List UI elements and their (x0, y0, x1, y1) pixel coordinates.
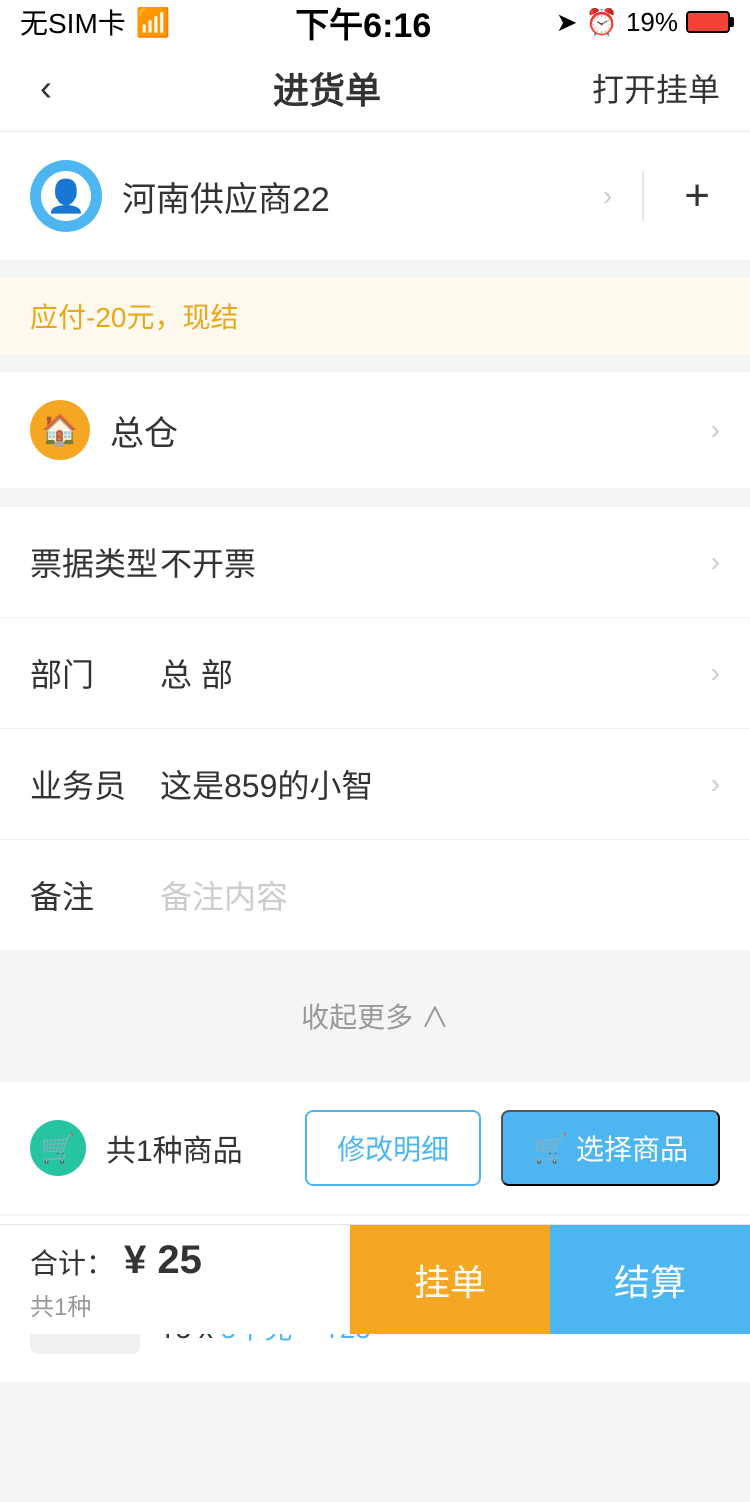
wifi-icon: 📶 (136, 6, 171, 39)
department-label: 部门 (30, 650, 160, 696)
open-hang-button[interactable]: 打开挂单 (592, 65, 720, 111)
form-row-salesperson[interactable]: 业务员 这是859的小智 › (0, 728, 750, 839)
supplier-chevron-icon: › (603, 180, 612, 212)
warehouse-section: 🏠 总仓 › (0, 372, 750, 488)
ticket-chevron-icon: › (711, 546, 720, 578)
hang-button[interactable]: 挂单 (350, 1225, 550, 1334)
location-icon: ➤ (556, 7, 578, 38)
salesperson-label: 业务员 (30, 761, 160, 807)
total-section: 合计： ¥ 25 共1种 (0, 1225, 350, 1334)
form-row-ticket[interactable]: 票据类型 不开票 › (0, 506, 750, 617)
salesperson-value: 这是859的小智 (160, 761, 711, 807)
total-amount: ¥ 25 (124, 1238, 202, 1283)
salesperson-chevron-icon: › (711, 768, 720, 800)
warehouse-chevron-icon: › (711, 414, 720, 446)
products-header: 🛒 共1种商品 修改明细 🛒 选择商品 (0, 1082, 750, 1214)
warehouse-row[interactable]: 🏠 总仓 › (0, 372, 750, 488)
supplier-row[interactable]: 👤 河南供应商22 › + (0, 132, 750, 260)
products-icon: 🛒 (30, 1120, 86, 1176)
total-row: 合计： ¥ 25 (30, 1238, 320, 1283)
select-product-button[interactable]: 🛒 选择商品 (501, 1110, 720, 1186)
bottom-bar: 合计： ¥ 25 共1种 挂单 结算 (0, 1224, 750, 1334)
battery-percent: 19% (626, 7, 678, 38)
notice-bar: 应付-20元，现结 (0, 278, 750, 354)
total-sub: 共1种 (30, 1287, 320, 1322)
notice-text: 应付-20元，现结 (30, 302, 238, 333)
form-row-remark[interactable]: 备注 备注内容 (0, 839, 750, 950)
remark-label: 备注 (30, 872, 160, 918)
warehouse-name: 总仓 (110, 406, 711, 455)
total-label: 合计： (30, 1242, 114, 1282)
modify-detail-button[interactable]: 修改明细 (305, 1110, 481, 1186)
carrier-text: 无SIM卡 (20, 2, 126, 42)
nav-bar: ‹ 进货单 打开挂单 (0, 44, 750, 132)
supplier-name: 河南供应商22 (122, 172, 603, 221)
collapse-button[interactable]: 收起更多 ∧ (0, 968, 750, 1064)
ticket-label: 票据类型 (30, 539, 160, 585)
battery-icon (686, 11, 730, 33)
warehouse-icon: 🏠 (30, 400, 90, 460)
supplier-divider (642, 171, 644, 221)
form-row-department[interactable]: 部门 总 部 › (0, 617, 750, 728)
checkout-button[interactable]: 结算 (550, 1225, 750, 1334)
supplier-section: 👤 河南供应商22 › + (0, 132, 750, 260)
back-button[interactable]: ‹ (30, 57, 62, 119)
status-time: 下午6:16 (295, 0, 431, 47)
select-product-icon: 🛒 (533, 1132, 568, 1165)
status-bar: 无SIM卡 📶 下午6:16 ➤ ⏰ 19% (0, 0, 750, 44)
form-section: 票据类型 不开票 › 部门 总 部 › 业务员 这是859的小智 › 备注 备注… (0, 506, 750, 950)
department-value: 总 部 (160, 650, 711, 696)
ticket-value: 不开票 (160, 539, 711, 585)
status-right: ➤ ⏰ 19% (556, 7, 730, 38)
remark-input[interactable]: 备注内容 (160, 872, 720, 918)
alarm-icon: ⏰ (586, 7, 618, 38)
add-supplier-button[interactable]: + (674, 174, 720, 218)
page-title: 进货单 (273, 62, 381, 114)
supplier-avatar-icon: 👤 (46, 177, 86, 215)
select-product-label: 选择商品 (576, 1128, 688, 1168)
cart-icon: 🛒 (41, 1132, 76, 1165)
department-chevron-icon: › (711, 657, 720, 689)
supplier-avatar: 👤 (30, 160, 102, 232)
products-count: 共1种商品 (106, 1126, 285, 1170)
status-carrier: 无SIM卡 📶 (20, 2, 171, 42)
